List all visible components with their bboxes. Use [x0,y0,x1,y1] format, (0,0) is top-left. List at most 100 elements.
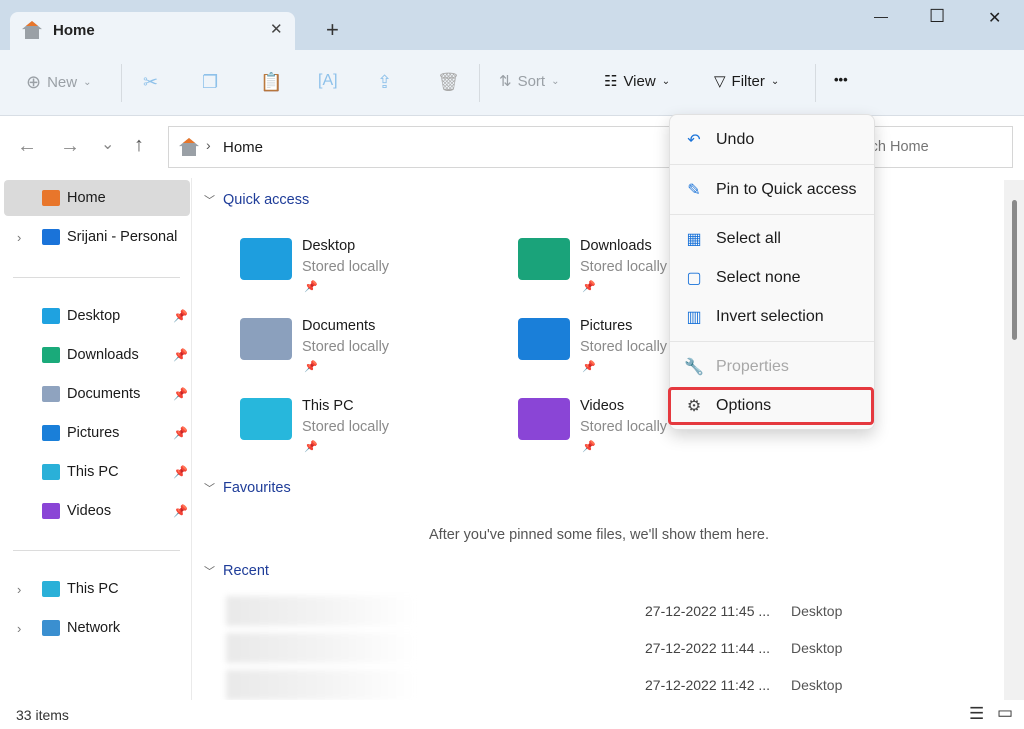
recent-file-row[interactable]: 27-12-2022 11:45 ... Desktop [226,596,866,626]
paste-icon[interactable]: 📋 [260,72,282,93]
tiles-view-icon[interactable]: ▭ [997,703,1013,723]
sidebar-item-label: Pictures [67,425,120,441]
filter-button[interactable]: ▽ Filter ⌄ [714,72,779,91]
details-view-icon[interactable]: ☰ [969,704,984,724]
pin-icon: 📌 [304,281,318,293]
blurred-file-name [226,670,416,700]
content-area: ﹀ Quick access Desktop Stored locally 📌 Downl… [193,178,1004,700]
tile-name: Pictures [580,318,633,334]
quick-access-header[interactable]: ﹀ Quick access [204,192,309,208]
forward-button[interactable]: → [60,135,80,158]
sidebar-item-srijani-personal[interactable]: › Srijani - Personal [0,219,190,255]
pin-icon: 📌 [582,441,596,453]
chevron-down-icon: ⌄ [551,75,560,87]
favourites-header[interactable]: ﹀ Favourites [204,480,291,496]
quick-access-tile[interactable]: This PC Stored locally 📌 [240,398,510,468]
pictures-folder-icon [518,318,570,360]
menu-item-select-none[interactable]: ▢ Select none [680,260,866,296]
divider [13,277,180,278]
chevron-right-icon[interactable]: › [17,621,21,636]
up-button[interactable]: ↑ [134,134,144,157]
pin-icon: ✎ [687,182,701,199]
new-tab-button[interactable]: + [326,17,339,43]
tab-home[interactable]: Home ✕ [10,12,295,50]
sidebar-item-label: Home [67,190,106,206]
select-all-icon: ▦ [686,231,702,248]
menu-item-label: Undo [716,131,755,148]
chevron-right-icon[interactable]: › [17,230,21,245]
breadcrumb-home[interactable]: Home [223,139,263,156]
status-bar: 33 items ☰ ▭ [0,700,1024,729]
recent-location: Desktop [791,603,843,619]
pin-icon: 📌 [173,348,188,362]
see-more-menu: ↶ Undo ✎ Pin to Quick access ▦ Select all ▢ Sel… [669,114,875,430]
copy-icon[interactable]: ❐ [202,72,218,93]
undo-icon: ↶ [687,132,701,149]
sidebar-item-downloads[interactable]: Downloads 📌 [0,337,190,373]
pin-icon: 📌 [582,281,596,293]
menu-divider [670,214,874,215]
recent-date: 27-12-2022 11:45 ... [645,603,771,619]
sidebar-item-this-pc[interactable]: This PC 📌 [0,454,190,490]
sidebar-item-network[interactable]: › Network [0,610,190,646]
recent-header[interactable]: ﹀ Recent [204,563,269,579]
sidebar-item-pictures[interactable]: Pictures 📌 [0,415,190,451]
pin-icon: 📌 [173,309,188,323]
divider [479,64,480,102]
view-icon: ☷ [604,73,618,90]
menu-item-invert-selection[interactable]: ▥ Invert selection [680,299,866,335]
recent-file-row[interactable]: 27-12-2022 11:44 ... Desktop [226,633,866,663]
maximize-button[interactable]: ☐ [929,6,945,27]
menu-divider [670,341,874,342]
breadcrumb-separator: › [206,137,211,153]
minimize-button[interactable]: — [874,8,888,24]
quick-access-tile[interactable]: Documents Stored locally 📌 [240,318,510,388]
divider [13,550,180,551]
menu-item-undo[interactable]: ↶ Undo [680,122,866,158]
sidebar-item-documents[interactable]: Documents 📌 [0,376,190,412]
menu-item-select-all[interactable]: ▦ Select all [680,221,866,257]
pin-icon: 📌 [173,387,188,401]
recent-file-row[interactable]: 27-12-2022 11:42 ... Desktop [226,670,866,700]
menu-item-label: Pin to Quick access [716,181,857,198]
scrollbar-thumb[interactable] [1012,200,1017,340]
close-window-button[interactable]: ✕ [988,8,1001,28]
tile-status: Stored locally [580,419,668,435]
tile-name: Videos [580,398,625,414]
cut-icon[interactable]: ✂ [143,72,158,93]
divider [121,64,122,102]
recent-date: 27-12-2022 11:44 ... [645,640,771,656]
recent-locations-button[interactable]: ⌄ [101,134,114,154]
sidebar-item-this-pc[interactable]: › This PC [0,571,190,607]
home-icon [42,190,60,206]
documents-folder-icon [240,318,292,360]
quick-access-tile[interactable]: Desktop Stored locally 📌 [240,238,510,308]
close-tab-icon[interactable]: ✕ [270,20,283,38]
share-icon[interactable]: ⇪ [377,72,392,93]
new-button[interactable]: ⊕ New ⌄ [26,72,92,93]
this-pc-icon [42,464,60,480]
delete-icon[interactable]: 🗑 [437,72,460,93]
sidebar-item-label: Desktop [67,308,121,324]
menu-item-pin-to-quick-access[interactable]: ✎ Pin to Quick access [680,172,866,208]
sort-icon: ⇅ [499,73,512,90]
tile-name: This PC [302,398,354,414]
sort-button[interactable]: ⇅ Sort ⌄ [499,72,560,91]
documents-icon [42,386,60,402]
see-more-button[interactable]: ••• [834,72,848,87]
invert-selection-icon: ▥ [686,309,702,326]
rename-icon[interactable]: [A] [318,72,338,90]
back-button[interactable]: ← [17,135,37,158]
tile-name: Desktop [302,238,356,254]
menu-item-label: Invert selection [716,308,824,325]
sidebar-item-videos[interactable]: Videos 📌 [0,493,190,529]
sidebar-item-home[interactable]: Home [4,180,190,216]
view-button[interactable]: ☷ View ⌄ [604,72,670,91]
chevron-right-icon[interactable]: › [17,582,21,597]
sidebar-item-desktop[interactable]: Desktop 📌 [0,298,190,334]
menu-divider [670,164,874,165]
tile-status: Stored locally [580,259,668,275]
properties-wrench-icon: 🔧 [684,359,704,376]
plus-circle-icon: ⊕ [26,72,42,92]
downloads-icon [42,347,60,363]
